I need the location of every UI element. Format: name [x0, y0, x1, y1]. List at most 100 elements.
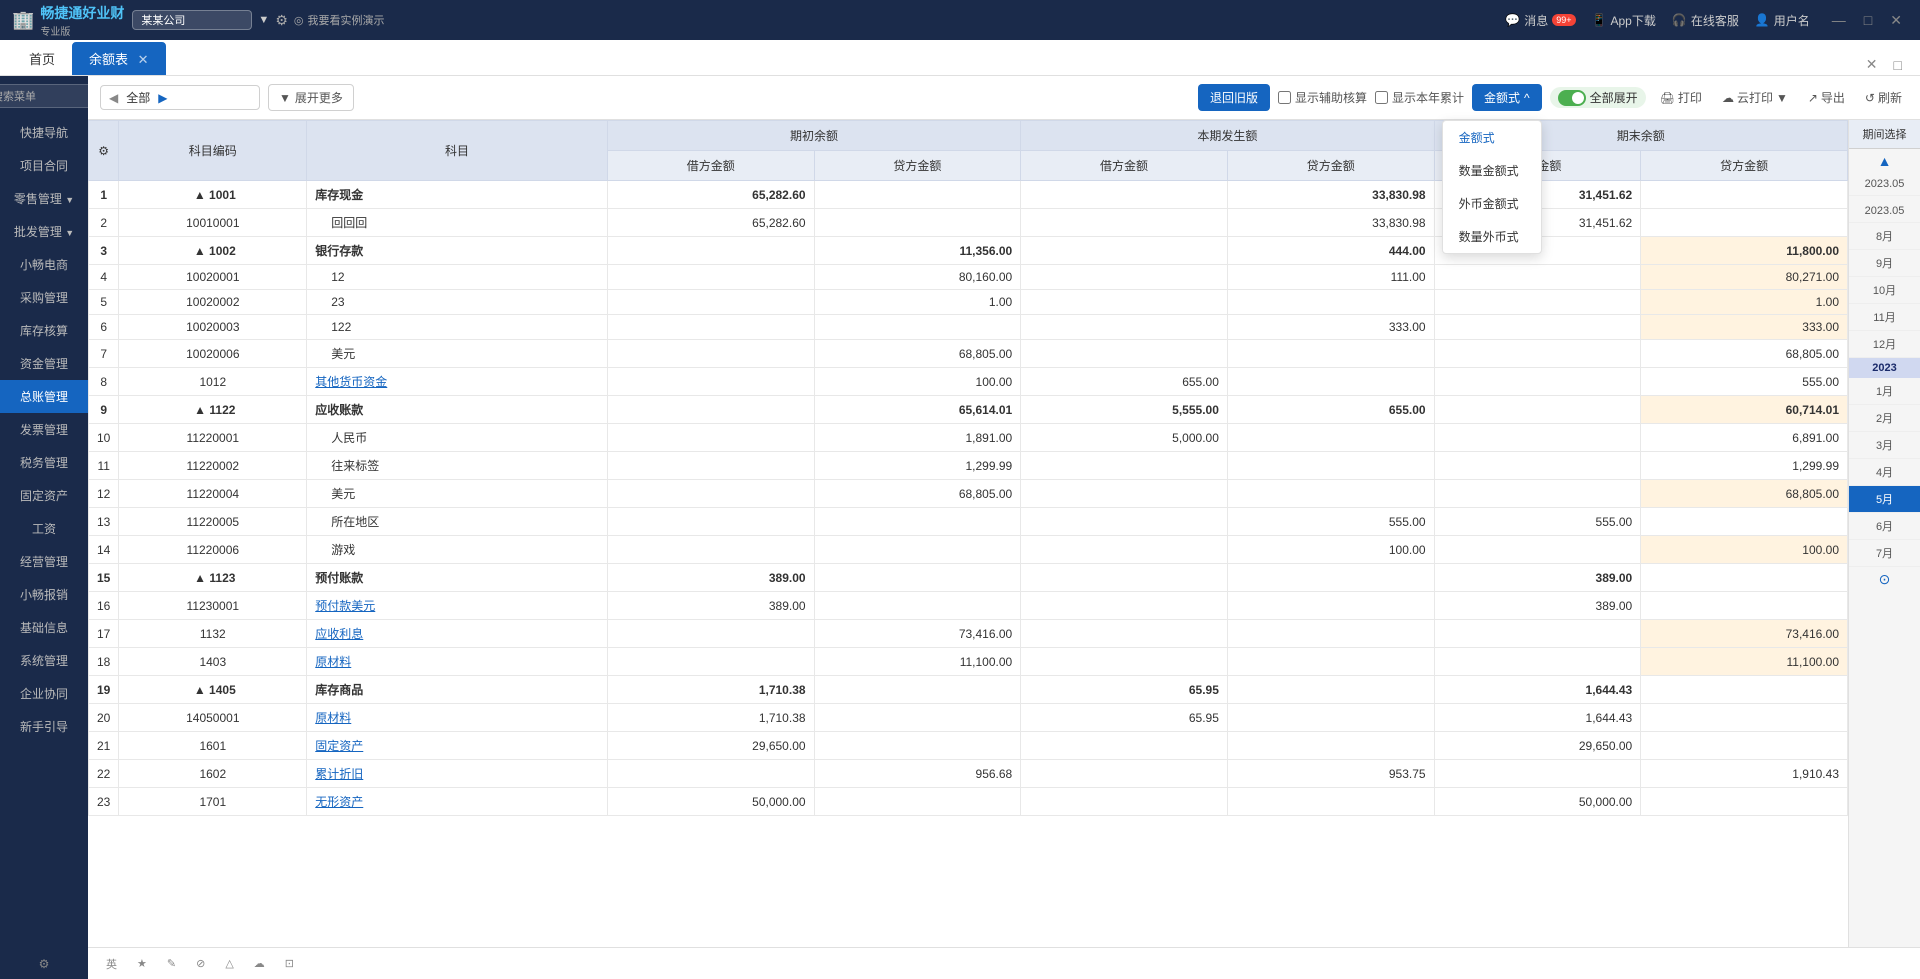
sidebar-item-project[interactable]: 项目合同 — [0, 149, 88, 182]
demo-link[interactable]: ◎ 我要看实例演示 — [294, 12, 385, 28]
row-name[interactable]: 12 — [307, 265, 608, 290]
account-link[interactable]: 预付款美元 — [315, 599, 375, 613]
period-2023-05-start[interactable]: 2023.05 — [1849, 173, 1920, 196]
bottom-star-btn[interactable]: ★ — [131, 955, 153, 972]
row-name[interactable]: 应收利息 — [307, 620, 608, 648]
row-name[interactable]: 库存商品 — [307, 676, 608, 704]
period-month-8月[interactable]: 8月 — [1849, 223, 1920, 250]
expand-more-btn[interactable]: ▼ 展开更多 — [268, 84, 354, 111]
row-name[interactable]: 122 — [307, 315, 608, 340]
period-month-9月[interactable]: 9月 — [1849, 250, 1920, 277]
sidebar-item-purchase[interactable]: 采购管理 — [0, 281, 88, 314]
row-name[interactable]: 累计折旧 — [307, 760, 608, 788]
bottom-circle-btn[interactable]: ⊘ — [190, 955, 211, 972]
return-old-version-btn[interactable]: 退回旧版 — [1198, 84, 1270, 111]
row-name[interactable]: 原材料 — [307, 648, 608, 676]
message-btn[interactable]: 💬 消息 99+ — [1505, 12, 1575, 29]
row-name[interactable]: 23 — [307, 290, 608, 315]
search-all-box[interactable]: ◀ 全部 ▶ — [100, 85, 260, 110]
period-month-5月[interactable]: 5月 — [1849, 486, 1920, 513]
minimize-btn[interactable]: — — [1826, 10, 1852, 31]
bottom-edit-btn[interactable]: ✎ — [161, 955, 182, 972]
expand-all-toggle[interactable]: 全部展开 — [1550, 87, 1646, 108]
account-link[interactable]: 固定资产 — [315, 739, 363, 753]
row-name[interactable]: 其他货币资金 — [307, 368, 608, 396]
period-month-2月[interactable]: 2月 — [1849, 405, 1920, 432]
table-container[interactable]: ⚙ 科目编码 科目 期初余额 本期发生额 期末余额 借方金额 贷方金额 借方金额… — [88, 120, 1848, 947]
account-link[interactable]: 应收利息 — [315, 627, 363, 641]
row-name[interactable]: 游戏 — [307, 536, 608, 564]
sidebar-item-inventory[interactable]: 库存核算 — [0, 314, 88, 347]
row-name[interactable]: 预付账款 — [307, 564, 608, 592]
account-link[interactable]: 累计折旧 — [315, 767, 363, 781]
row-name[interactable]: 人民币 — [307, 424, 608, 452]
period-month-10月[interactable]: 10月 — [1849, 277, 1920, 304]
row-name[interactable]: 无形资产 — [307, 788, 608, 816]
row-name[interactable]: 美元 — [307, 480, 608, 508]
tab-close-btn[interactable]: ✕ — [1860, 54, 1884, 75]
show-aux-checkbox[interactable] — [1278, 91, 1291, 104]
account-link[interactable]: 原材料 — [315, 655, 351, 669]
account-link[interactable]: 无形资产 — [315, 795, 363, 809]
print-btn[interactable]: 🖨 打印 — [1654, 85, 1708, 110]
period-nav-up[interactable]: ▲ — [1849, 149, 1920, 173]
period-month-7月[interactable]: 7月 — [1849, 540, 1920, 567]
period-month-1月[interactable]: 1月 — [1849, 378, 1920, 405]
show-ytd-checkbox[interactable] — [1375, 91, 1388, 104]
row-name[interactable]: 应收账款 — [307, 396, 608, 424]
mode-option-amount[interactable]: 金额式 — [1443, 121, 1541, 154]
close-btn[interactable]: ✕ — [1884, 10, 1908, 31]
bottom-square-btn[interactable]: ⊡ — [279, 955, 300, 972]
row-name[interactable]: 往来标签 — [307, 452, 608, 480]
period-expand-icon[interactable]: ⊙ — [1849, 567, 1920, 592]
tab-home[interactable]: 首页 — [12, 42, 72, 75]
sidebar-item-quicknav[interactable]: 快捷导航 — [0, 116, 88, 149]
settings-gear-icon[interactable]: ⚙ — [275, 12, 288, 29]
row-name[interactable]: 美元 — [307, 340, 608, 368]
mode-option-foreign-amount[interactable]: 外币金额式 — [1443, 187, 1541, 220]
sidebar-item-ecommerce[interactable]: 小畅电商 — [0, 248, 88, 281]
row-name[interactable]: 原材料 — [307, 704, 608, 732]
period-month-6月[interactable]: 6月 — [1849, 513, 1920, 540]
company-dropdown-btn[interactable]: ▼ — [258, 14, 269, 26]
account-link[interactable]: 原材料 — [315, 711, 351, 725]
sidebar-item-collab[interactable]: 企业协同 — [0, 677, 88, 710]
sidebar-item-assets[interactable]: 固定资产 — [0, 479, 88, 512]
period-month-4月[interactable]: 4月 — [1849, 459, 1920, 486]
row-name[interactable]: 固定资产 — [307, 732, 608, 760]
sidebar-settings-btn[interactable]: ⚙ — [0, 949, 88, 979]
export-btn[interactable]: ↗ 导出 — [1802, 85, 1851, 110]
row-name[interactable]: 库存现金 — [307, 181, 608, 209]
tab-expand-btn[interactable]: □ — [1888, 55, 1908, 75]
sidebar-item-basic[interactable]: 基础信息 — [0, 611, 88, 644]
maximize-btn[interactable]: □ — [1858, 10, 1878, 31]
sidebar-item-wholesale[interactable]: 批发管理 ▼ — [0, 215, 88, 248]
sidebar-item-expense[interactable]: 小畅报销 — [0, 578, 88, 611]
tab-balance[interactable]: 余额表 ✕ — [72, 42, 166, 75]
account-link[interactable]: 其他货币资金 — [315, 375, 387, 389]
sidebar-item-ledger[interactable]: 总账管理 — [0, 380, 88, 413]
row-name[interactable]: 预付款美元 — [307, 592, 608, 620]
sidebar-item-retail[interactable]: 零售管理 ▼ — [0, 182, 88, 215]
row-name[interactable]: 回回回 — [307, 209, 608, 237]
app-download-btn[interactable]: 📱 App下载 — [1592, 12, 1656, 29]
mode-option-qty-amount[interactable]: 数量金额式 — [1443, 154, 1541, 187]
sidebar-item-finance[interactable]: 资金管理 — [0, 347, 88, 380]
period-2023-05-end[interactable]: 2023.05 — [1849, 200, 1920, 223]
sidebar-item-guide[interactable]: 新手引导 — [0, 710, 88, 743]
search-right-arrow[interactable]: ▶ — [158, 91, 167, 105]
online-service-btn[interactable]: 🎧 在线客服 — [1672, 12, 1739, 29]
mode-option-qty-foreign[interactable]: 数量外币式 — [1443, 220, 1541, 253]
row-name[interactable]: 银行存款 — [307, 237, 608, 265]
bottom-lang-btn[interactable]: 英 — [100, 954, 123, 974]
refresh-btn[interactable]: ↺ 刷新 — [1859, 85, 1908, 110]
sidebar-item-tax[interactable]: 税务管理 — [0, 446, 88, 479]
user-menu-btn[interactable]: 👤 用户名 — [1755, 12, 1810, 29]
company-selector[interactable] — [132, 10, 252, 30]
period-month-12月[interactable]: 12月 — [1849, 331, 1920, 358]
period-month-11月[interactable]: 11月 — [1849, 304, 1920, 331]
sidebar-item-payroll[interactable]: 工资 — [0, 512, 88, 545]
period-month-3月[interactable]: 3月 — [1849, 432, 1920, 459]
bottom-cloud-btn[interactable]: ☁ — [248, 955, 271, 972]
tab-balance-close-icon[interactable]: ✕ — [138, 52, 149, 67]
